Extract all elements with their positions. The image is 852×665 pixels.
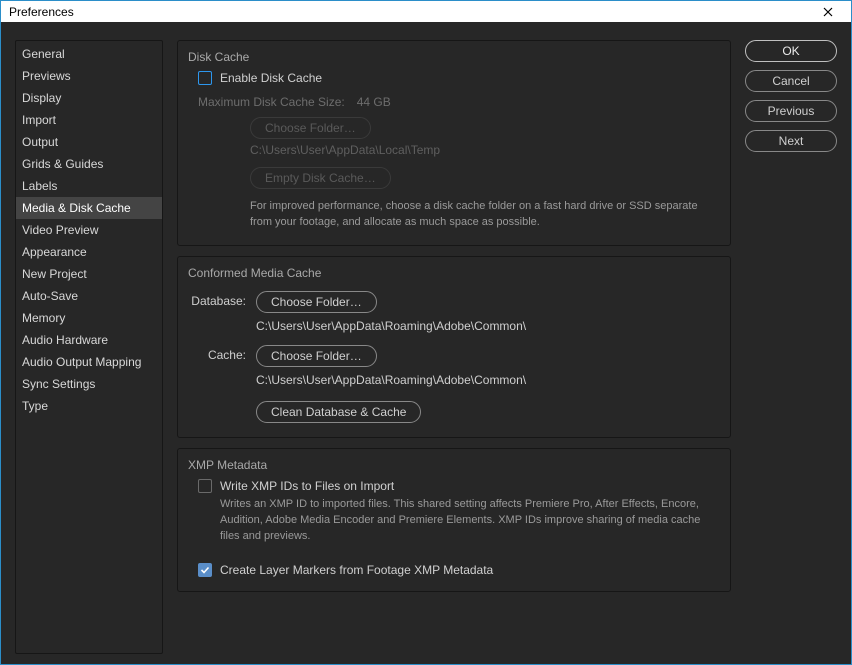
xmp-title: XMP Metadata [188, 458, 716, 472]
sidebar-item-new-project[interactable]: New Project [16, 263, 162, 285]
category-sidebar: GeneralPreviewsDisplayImportOutputGrids … [15, 40, 163, 654]
empty-disk-cache-button[interactable]: Empty Disk Cache… [250, 167, 391, 189]
sidebar-item-sync-settings[interactable]: Sync Settings [16, 373, 162, 395]
window-title: Preferences [9, 5, 813, 19]
sidebar-item-appearance[interactable]: Appearance [16, 241, 162, 263]
max-cache-size-label: Maximum Disk Cache Size: [198, 95, 345, 109]
choose-disk-cache-folder-button[interactable]: Choose Folder… [250, 117, 371, 139]
sidebar-item-labels[interactable]: Labels [16, 175, 162, 197]
write-xmp-row: Write XMP IDs to Files on Import [198, 479, 718, 493]
cancel-button[interactable]: Cancel [745, 70, 837, 92]
disk-cache-title: Disk Cache [188, 50, 716, 64]
layer-markers-label: Create Layer Markers from Footage XMP Me… [220, 563, 493, 577]
preferences-window: Preferences GeneralPreviewsDisplayImport… [0, 0, 852, 665]
sidebar-item-video-preview[interactable]: Video Preview [16, 219, 162, 241]
choose-cache-folder-button[interactable]: Choose Folder… [256, 345, 377, 367]
disk-cache-help-text: For improved performance, choose a disk … [250, 199, 718, 231]
database-path: C:\Users\User\AppData\Roaming\Adobe\Comm… [256, 319, 718, 333]
sidebar-item-display[interactable]: Display [16, 87, 162, 109]
sidebar-item-grids-guides[interactable]: Grids & Guides [16, 153, 162, 175]
layer-markers-checkbox[interactable] [198, 563, 212, 577]
write-xmp-help-text: Writes an XMP ID to imported files. This… [220, 497, 718, 545]
sidebar-item-general[interactable]: General [16, 43, 162, 65]
cache-label: Cache: [190, 345, 246, 362]
check-icon [200, 565, 210, 575]
write-xmp-checkbox[interactable] [198, 479, 212, 493]
clean-row: Clean Database & Cache [190, 401, 718, 423]
ok-button[interactable]: OK [745, 40, 837, 62]
close-button[interactable] [813, 1, 843, 22]
cache-path: C:\Users\User\AppData\Roaming\Adobe\Comm… [256, 373, 718, 387]
database-label: Database: [190, 291, 246, 308]
clean-database-cache-button[interactable]: Clean Database & Cache [256, 401, 421, 423]
write-xmp-label: Write XMP IDs to Files on Import [220, 479, 394, 493]
enable-disk-cache-row: Enable Disk Cache [198, 71, 718, 85]
enable-disk-cache-label: Enable Disk Cache [220, 71, 322, 85]
empty-cache-row: Empty Disk Cache… [250, 167, 718, 189]
conformed-media-cache-panel: Conformed Media Cache Database: Choose F… [177, 256, 731, 438]
choose-database-folder-button[interactable]: Choose Folder… [256, 291, 377, 313]
database-row: Database: Choose Folder… C:\Users\User\A… [190, 291, 718, 333]
close-icon [823, 7, 833, 17]
enable-disk-cache-checkbox[interactable] [198, 71, 212, 85]
sidebar-item-previews[interactable]: Previews [16, 65, 162, 87]
dialog-body: GeneralPreviewsDisplayImportOutputGrids … [1, 22, 851, 664]
previous-button[interactable]: Previous [745, 100, 837, 122]
next-button[interactable]: Next [745, 130, 837, 152]
disk-cache-path-row: C:\Users\User\AppData\Local\Temp [250, 143, 718, 157]
disk-cache-path: C:\Users\User\AppData\Local\Temp [250, 143, 440, 157]
dialog-actions: OK Cancel Previous Next [745, 40, 837, 654]
layer-markers-row: Create Layer Markers from Footage XMP Me… [198, 563, 718, 577]
main-content: Disk Cache Enable Disk Cache Maximum Dis… [177, 40, 731, 654]
sidebar-item-audio-output-mapping[interactable]: Audio Output Mapping [16, 351, 162, 373]
sidebar-item-memory[interactable]: Memory [16, 307, 162, 329]
sidebar-item-auto-save[interactable]: Auto-Save [16, 285, 162, 307]
sidebar-item-audio-hardware[interactable]: Audio Hardware [16, 329, 162, 351]
cache-row: Cache: Choose Folder… C:\Users\User\AppD… [190, 345, 718, 387]
write-xmp-help-row: Writes an XMP ID to imported files. This… [220, 497, 718, 545]
max-cache-size-value: 44 GB [357, 95, 391, 109]
disk-cache-panel: Disk Cache Enable Disk Cache Maximum Dis… [177, 40, 731, 246]
sidebar-item-type[interactable]: Type [16, 395, 162, 417]
sidebar-item-output[interactable]: Output [16, 131, 162, 153]
max-cache-size-row: Maximum Disk Cache Size: 44 GB [198, 95, 718, 109]
xmp-metadata-panel: XMP Metadata Write XMP IDs to Files on I… [177, 448, 731, 592]
titlebar: Preferences [1, 1, 851, 22]
sidebar-item-media-disk-cache[interactable]: Media & Disk Cache [16, 197, 162, 219]
conformed-title: Conformed Media Cache [188, 266, 716, 280]
disk-cache-folder-row: Choose Folder… [250, 117, 718, 139]
disk-cache-help-row: For improved performance, choose a disk … [250, 199, 718, 231]
sidebar-item-import[interactable]: Import [16, 109, 162, 131]
